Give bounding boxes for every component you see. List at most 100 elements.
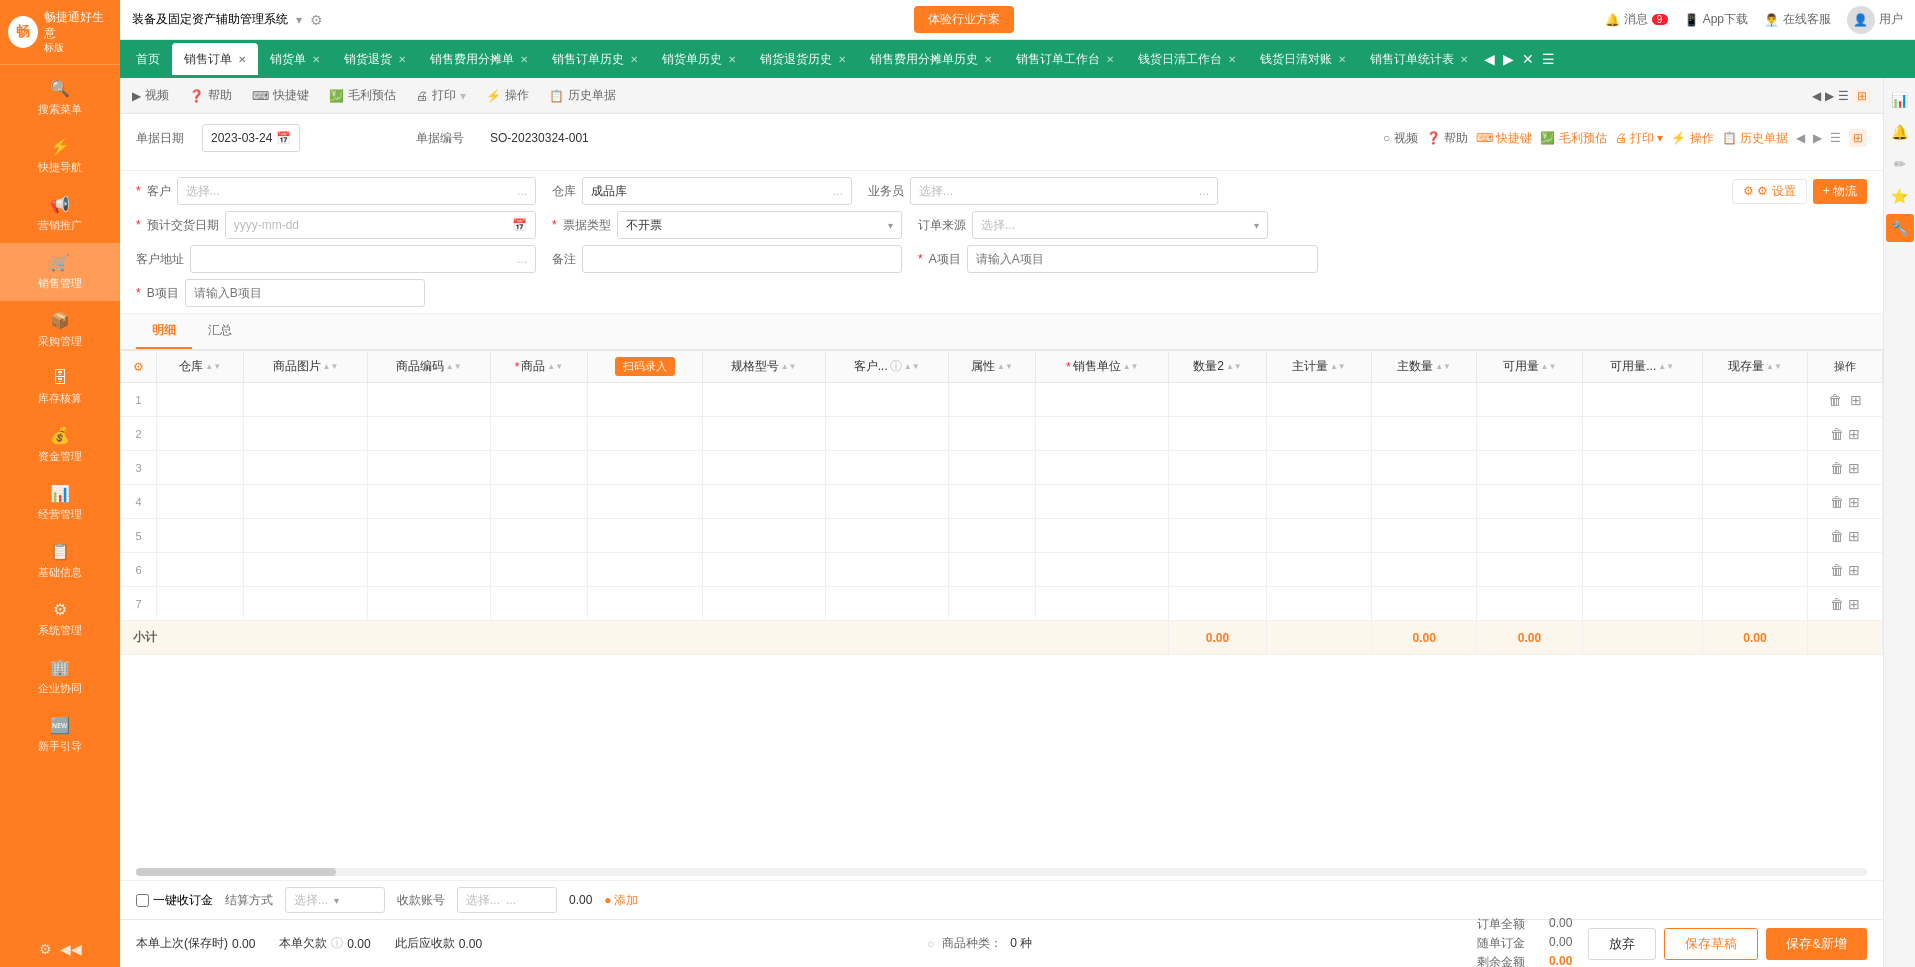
rp-chart-icon[interactable]: 📊 bbox=[1886, 86, 1914, 114]
scan-btn[interactable]: 扫码录入 bbox=[615, 357, 675, 376]
cell-spec-1[interactable] bbox=[702, 383, 825, 417]
tab-cash-workbench[interactable]: 钱货日清工作台 ✕ bbox=[1126, 43, 1248, 75]
toolbar-history[interactable]: 📋 历史单据 bbox=[549, 87, 616, 104]
toolbar-actions[interactable]: ⚡ 操作 bbox=[486, 87, 529, 104]
tab-close-icon[interactable]: ✕ bbox=[1460, 54, 1468, 65]
warehouse-more-icon[interactable]: ... bbox=[833, 184, 843, 198]
tab-close-icon[interactable]: ✕ bbox=[984, 54, 992, 65]
rp-bell-icon[interactable]: 🔔 bbox=[1886, 118, 1914, 146]
cell-unit-1[interactable] bbox=[1036, 383, 1169, 417]
action-icon-2[interactable]: ⚡ 操作 bbox=[1671, 130, 1713, 147]
online-support-item[interactable]: 👨‍💼 在线客服 bbox=[1764, 11, 1831, 28]
tab-sales-expense[interactable]: 销售费用分摊单 ✕ bbox=[418, 43, 540, 75]
cell-code-1[interactable] bbox=[367, 383, 490, 417]
tab-close-icon[interactable]: ✕ bbox=[238, 54, 246, 65]
delivery-calendar-icon[interactable]: 📅 bbox=[512, 218, 527, 232]
tab-home[interactable]: 首页 bbox=[124, 43, 172, 75]
sidebar-item-guide[interactable]: 🆕 新手引导 bbox=[0, 706, 120, 764]
sidebar-item-quick-nav[interactable]: ⚡ 快捷导航 bbox=[0, 127, 120, 185]
sidebar-item-system[interactable]: ⚙ 系统管理 bbox=[0, 590, 120, 648]
shortcuts-icon-2[interactable]: ⌨ 快捷键 bbox=[1476, 130, 1532, 147]
th-quantity2[interactable]: 数量2▲▼ bbox=[1169, 351, 1266, 383]
cell-warehouse-1[interactable] bbox=[157, 383, 244, 417]
tab-close-icon[interactable]: ✕ bbox=[1106, 54, 1114, 65]
delete-icon-3[interactable]: 🗑 bbox=[1828, 460, 1846, 476]
toolbar-help[interactable]: ❓ 帮助 bbox=[189, 87, 232, 104]
toolbar-print[interactable]: 🖨 打印 ▾ bbox=[416, 87, 466, 104]
th-stock[interactable]: 现存量▲▼ bbox=[1702, 351, 1807, 383]
help-icon-2[interactable]: ❓ 帮助 bbox=[1426, 130, 1468, 147]
prev-icon[interactable]: ◀ bbox=[1796, 131, 1805, 145]
tab-detail[interactable]: 明细 bbox=[136, 314, 192, 349]
account-placeholder[interactable]: 选择... bbox=[466, 892, 500, 909]
salesperson-placeholder[interactable]: 选择... bbox=[919, 183, 953, 200]
delete-icon-4[interactable]: 🗑 bbox=[1828, 494, 1846, 510]
scroll-thumb[interactable] bbox=[136, 868, 336, 876]
delete-icon-5[interactable]: 🗑 bbox=[1828, 528, 1846, 544]
tab-summary[interactable]: 汇总 bbox=[192, 314, 248, 349]
th-main-unit[interactable]: 主计量▲▼ bbox=[1266, 351, 1371, 383]
cell-stock-1[interactable] bbox=[1702, 383, 1807, 417]
copy-icon-1[interactable]: ⊞ bbox=[1848, 392, 1864, 408]
sidebar-item-inventory[interactable]: 🗄 库存核算 bbox=[0, 359, 120, 416]
th-product-code[interactable]: 商品编码▲▼ bbox=[367, 351, 490, 383]
account-more-icon[interactable]: ... bbox=[506, 893, 516, 907]
date-value[interactable]: 2023-03-24 bbox=[211, 131, 272, 145]
toolbar-grid-icon[interactable]: ☰ bbox=[1838, 89, 1849, 103]
copy-icon-7[interactable]: ⊞ bbox=[1846, 596, 1862, 612]
sidebar-item-finance[interactable]: 💰 资金管理 bbox=[0, 416, 120, 474]
toolbar-next-icon[interactable]: ▶ bbox=[1825, 89, 1834, 103]
toolbar-prev-icon[interactable]: ◀ bbox=[1812, 89, 1821, 103]
delete-icon-6[interactable]: 🗑 bbox=[1828, 562, 1846, 578]
tab-close-icon[interactable]: ✕ bbox=[312, 54, 320, 65]
sidebar-item-operations[interactable]: 📊 经营管理 bbox=[0, 474, 120, 532]
cell-avail-more-1[interactable] bbox=[1582, 383, 1702, 417]
tab-sales-stats[interactable]: 销售订单统计表 ✕ bbox=[1358, 43, 1480, 75]
th-spec[interactable]: 规格型号▲▼ bbox=[702, 351, 825, 383]
cell-actions-4[interactable]: 🗑⊞ bbox=[1808, 485, 1883, 519]
tab-close-icon[interactable]: ✕ bbox=[520, 54, 528, 65]
th-product[interactable]: *商品▲▼ bbox=[490, 351, 587, 383]
tab-close-icon[interactable]: ✕ bbox=[838, 54, 846, 65]
add-logistics-btn[interactable]: + 物流 bbox=[1813, 179, 1867, 204]
cell-attr-1[interactable] bbox=[948, 383, 1035, 417]
tab-sales-order[interactable]: 销售订单 ✕ bbox=[172, 43, 258, 75]
delete-icon-2[interactable]: 🗑 bbox=[1828, 426, 1846, 442]
warehouse-value[interactable]: 成品库 bbox=[591, 183, 627, 200]
tab-return-history[interactable]: 销货退货历史 ✕ bbox=[748, 43, 858, 75]
one-click-checkbox[interactable] bbox=[136, 894, 149, 907]
cell-main-unit-1[interactable] bbox=[1266, 383, 1371, 417]
calendar-icon[interactable]: 📅 bbox=[276, 131, 291, 145]
print-icon-2[interactable]: 🖨 打印 ▾ bbox=[1615, 130, 1664, 147]
profit-icon-2[interactable]: 💹 毛利预估 bbox=[1540, 130, 1606, 147]
tab-close-icon[interactable]: ✕ bbox=[630, 54, 638, 65]
toolbar-shortcuts[interactable]: ⌨ 快捷键 bbox=[252, 87, 309, 104]
settlement-placeholder[interactable]: 选择... bbox=[294, 892, 328, 909]
sidebar-item-basic[interactable]: 📋 基础信息 bbox=[0, 532, 120, 590]
tab-next-btn[interactable]: ▶ bbox=[1499, 47, 1518, 71]
cell-main-qty-1[interactable] bbox=[1371, 383, 1476, 417]
settings-bottom-icon[interactable]: ⚙ bbox=[39, 941, 52, 957]
delivery-date-placeholder[interactable]: yyyy-mm-dd bbox=[234, 218, 299, 232]
th-main-qty[interactable]: 主数量▲▼ bbox=[1371, 351, 1476, 383]
copy-icon-4[interactable]: ⊞ bbox=[1846, 494, 1862, 510]
cell-cust-ref-1[interactable] bbox=[825, 383, 948, 417]
user-item[interactable]: 👤 用户 bbox=[1847, 6, 1903, 34]
address-more-icon[interactable]: ... bbox=[517, 252, 527, 266]
sidebar-item-sales[interactable]: 🛒 销售管理 bbox=[0, 243, 120, 301]
tab-cash-reconcile[interactable]: 钱货日清对账 ✕ bbox=[1248, 43, 1358, 75]
order-source-placeholder[interactable]: 选择... bbox=[981, 217, 1015, 234]
b-project-input[interactable] bbox=[194, 286, 416, 300]
delete-icon-7[interactable]: 🗑 bbox=[1828, 596, 1846, 612]
cell-avail-1[interactable] bbox=[1477, 383, 1582, 417]
toolbar-table-icon[interactable]: ⊞ bbox=[1853, 89, 1871, 103]
cell-actions-1[interactable]: 🗑 ⊞ bbox=[1808, 383, 1883, 417]
tab-sales-return[interactable]: 销货退货 ✕ bbox=[332, 43, 418, 75]
tab-close-icon[interactable]: ✕ bbox=[1228, 54, 1236, 65]
app-download-item[interactable]: 📱 App下载 bbox=[1684, 11, 1748, 28]
toolbar-view[interactable]: ▶ 视频 bbox=[132, 87, 169, 104]
th-customer-ref[interactable]: 客户...ⓘ▲▼ bbox=[825, 351, 948, 383]
sidebar-item-search[interactable]: 🔍 搜索菜单 bbox=[0, 69, 120, 127]
salesperson-more-icon[interactable]: ... bbox=[1199, 184, 1209, 198]
save-draft-btn[interactable]: 保存草稿 bbox=[1664, 928, 1758, 960]
